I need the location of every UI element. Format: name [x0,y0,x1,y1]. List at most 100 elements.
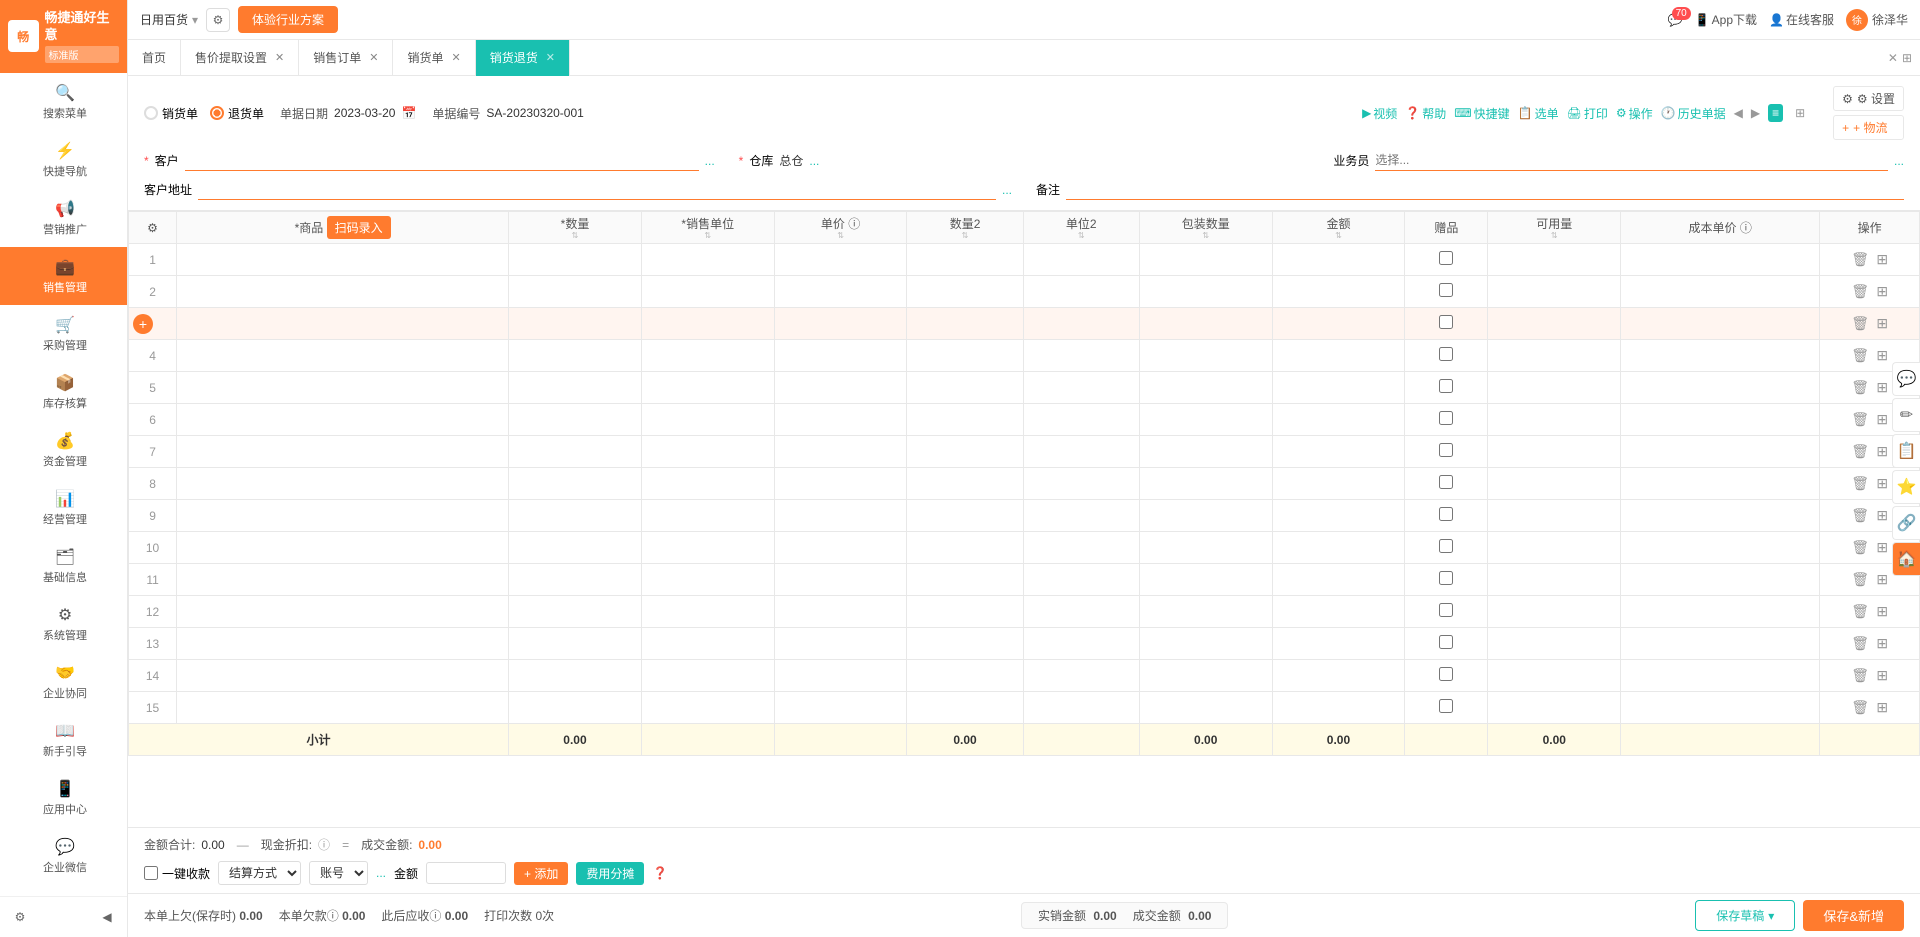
pack-qty-cell-15[interactable] [1139,692,1272,724]
product-input-3[interactable] [181,317,504,331]
unit-price-cell-1[interactable] [774,244,907,276]
right-action-home[interactable]: 🏠 [1892,542,1920,576]
unit-price-cell-3[interactable] [774,308,907,340]
unit-price-cell-7[interactable] [774,436,907,468]
qty2-cell-12[interactable] [907,596,1023,628]
tab-close-icon[interactable]: ✕ [275,51,284,64]
amount-cell-14[interactable] [1272,660,1405,692]
sort-qty2-icon[interactable]: ⇅ [911,232,1018,240]
gift-cell-3[interactable] [1405,308,1488,340]
gift-checkbox-2[interactable] [1439,283,1453,297]
delete-row-button-6[interactable]: 🗑 [1849,409,1871,430]
cost-price-cell-15[interactable] [1621,692,1820,724]
copy-row-button-15[interactable]: ⊞ [1874,697,1890,718]
online-service-link[interactable]: 👤 在线客服 [1769,11,1834,28]
quantity-cell-14[interactable] [509,660,642,692]
delete-row-button-2[interactable]: 🗑 [1849,281,1871,302]
delete-row-button-10[interactable]: 🗑 [1849,537,1871,558]
unit-price-cell-13[interactable] [774,628,907,660]
sidebar-item-enterprise[interactable]: 🤝企业协同 [0,653,127,711]
cost-price-cell-13[interactable] [1621,628,1820,660]
delete-row-button-14[interactable]: 🗑 [1849,665,1871,686]
unit2-cell-7[interactable] [1023,436,1139,468]
salesperson-dots[interactable]: ... [1894,154,1904,168]
sale-unit-cell-9[interactable] [641,500,774,532]
quantity-cell-9[interactable] [509,500,642,532]
gift-cell-15[interactable] [1405,692,1488,724]
cost-price-cell-3[interactable] [1621,308,1820,340]
unit-price-cell-2[interactable] [774,276,907,308]
unit2-cell-10[interactable] [1023,532,1139,564]
sale-unit-cell-1[interactable] [641,244,774,276]
copy-row-button-3[interactable]: ⊞ [1874,313,1890,334]
quantity-cell-7[interactable] [509,436,642,468]
notification-area[interactable]: 💬 70 [1668,13,1683,27]
amount-cell-5[interactable] [1272,372,1405,404]
product-cell-14[interactable] [177,660,509,692]
unit-price-cell-14[interactable] [774,660,907,692]
cost-price-cell-8[interactable] [1621,468,1820,500]
sidebar-item-operations[interactable]: 📊经营管理 [0,479,127,537]
gift-checkbox-13[interactable] [1439,635,1453,649]
sale-unit-cell-12[interactable] [641,596,774,628]
sidebar-item-sales[interactable]: 💼销售管理 [0,247,127,305]
account-select[interactable]: 账号 [309,861,368,885]
pack-qty-cell-8[interactable] [1139,468,1272,500]
tab-close-icon[interactable]: ✕ [452,51,461,64]
delete-row-button-9[interactable]: 🗑 [1849,505,1871,526]
unit2-cell-1[interactable] [1023,244,1139,276]
sort-unit-price-icon[interactable]: ⇅ [779,232,903,240]
pack-qty-cell-13[interactable] [1139,628,1272,660]
gift-cell-1[interactable] [1405,244,1488,276]
scan-button[interactable]: 扫码录入 [327,216,391,239]
copy-row-button-9[interactable]: ⊞ [1874,505,1890,526]
unit2-cell-2[interactable] [1023,276,1139,308]
gift-cell-2[interactable] [1405,276,1488,308]
nav-prev-icon[interactable]: ◀ [1734,106,1743,120]
sort-available-icon[interactable]: ⇅ [1492,232,1616,240]
cost-price-cell-10[interactable] [1621,532,1820,564]
quantity-cell-1[interactable] [509,244,642,276]
sale-unit-cell-13[interactable] [641,628,774,660]
help-action[interactable]: ❓ 帮助 [1405,105,1446,122]
quantity-cell-10[interactable] [509,532,642,564]
expense-split-button[interactable]: 费用分摊 [576,862,644,885]
product-cell-11[interactable] [177,564,509,596]
sale-unit-cell-15[interactable] [641,692,774,724]
unit2-cell-3[interactable] [1023,308,1139,340]
amount-cell-1[interactable] [1272,244,1405,276]
tab-close-icon[interactable]: ✕ [369,51,378,64]
radio-sale-return[interactable]: 退货单 [210,105,264,122]
tab-close-all-icon[interactable]: ✕ [1888,51,1898,65]
amount-cell-3[interactable] [1272,308,1405,340]
sidebar-item-basic[interactable]: 🗂基础信息 [0,537,127,595]
one-click-pay-checkbox[interactable]: 一键收款 [144,865,210,882]
tab-home[interactable]: 首页 [128,40,181,76]
gift-checkbox-4[interactable] [1439,347,1453,361]
cost-price-cell-4[interactable] [1621,340,1820,372]
sidebar-item-enterprise-wechat[interactable]: 💬企业微信 [0,827,127,885]
save-new-button[interactable]: 保存&新增 [1803,900,1904,931]
add-button[interactable]: + 添加 [514,862,568,885]
delete-row-button-7[interactable]: 🗑 [1849,441,1871,462]
product-cell-1[interactable] [177,244,509,276]
gift-checkbox-12[interactable] [1439,603,1453,617]
sale-unit-cell-11[interactable] [641,564,774,596]
copy-row-button-14[interactable]: ⊞ [1874,665,1890,686]
sidebar-item-purchase[interactable]: 🛒采购管理 [0,305,127,363]
right-action-chat[interactable]: 💬 [1892,362,1920,396]
gift-cell-8[interactable] [1405,468,1488,500]
available-cell-12[interactable] [1488,596,1621,628]
qty2-cell-2[interactable] [907,276,1023,308]
sale-unit-cell-3[interactable] [641,308,774,340]
unit-price-cell-8[interactable] [774,468,907,500]
gift-cell-9[interactable] [1405,500,1488,532]
gift-checkbox-15[interactable] [1439,699,1453,713]
unit2-cell-9[interactable] [1023,500,1139,532]
cost-price-cell-7[interactable] [1621,436,1820,468]
available-cell-10[interactable] [1488,532,1621,564]
available-cell-11[interactable] [1488,564,1621,596]
gift-cell-5[interactable] [1405,372,1488,404]
delete-row-button-5[interactable]: 🗑 [1849,377,1871,398]
unit2-cell-13[interactable] [1023,628,1139,660]
